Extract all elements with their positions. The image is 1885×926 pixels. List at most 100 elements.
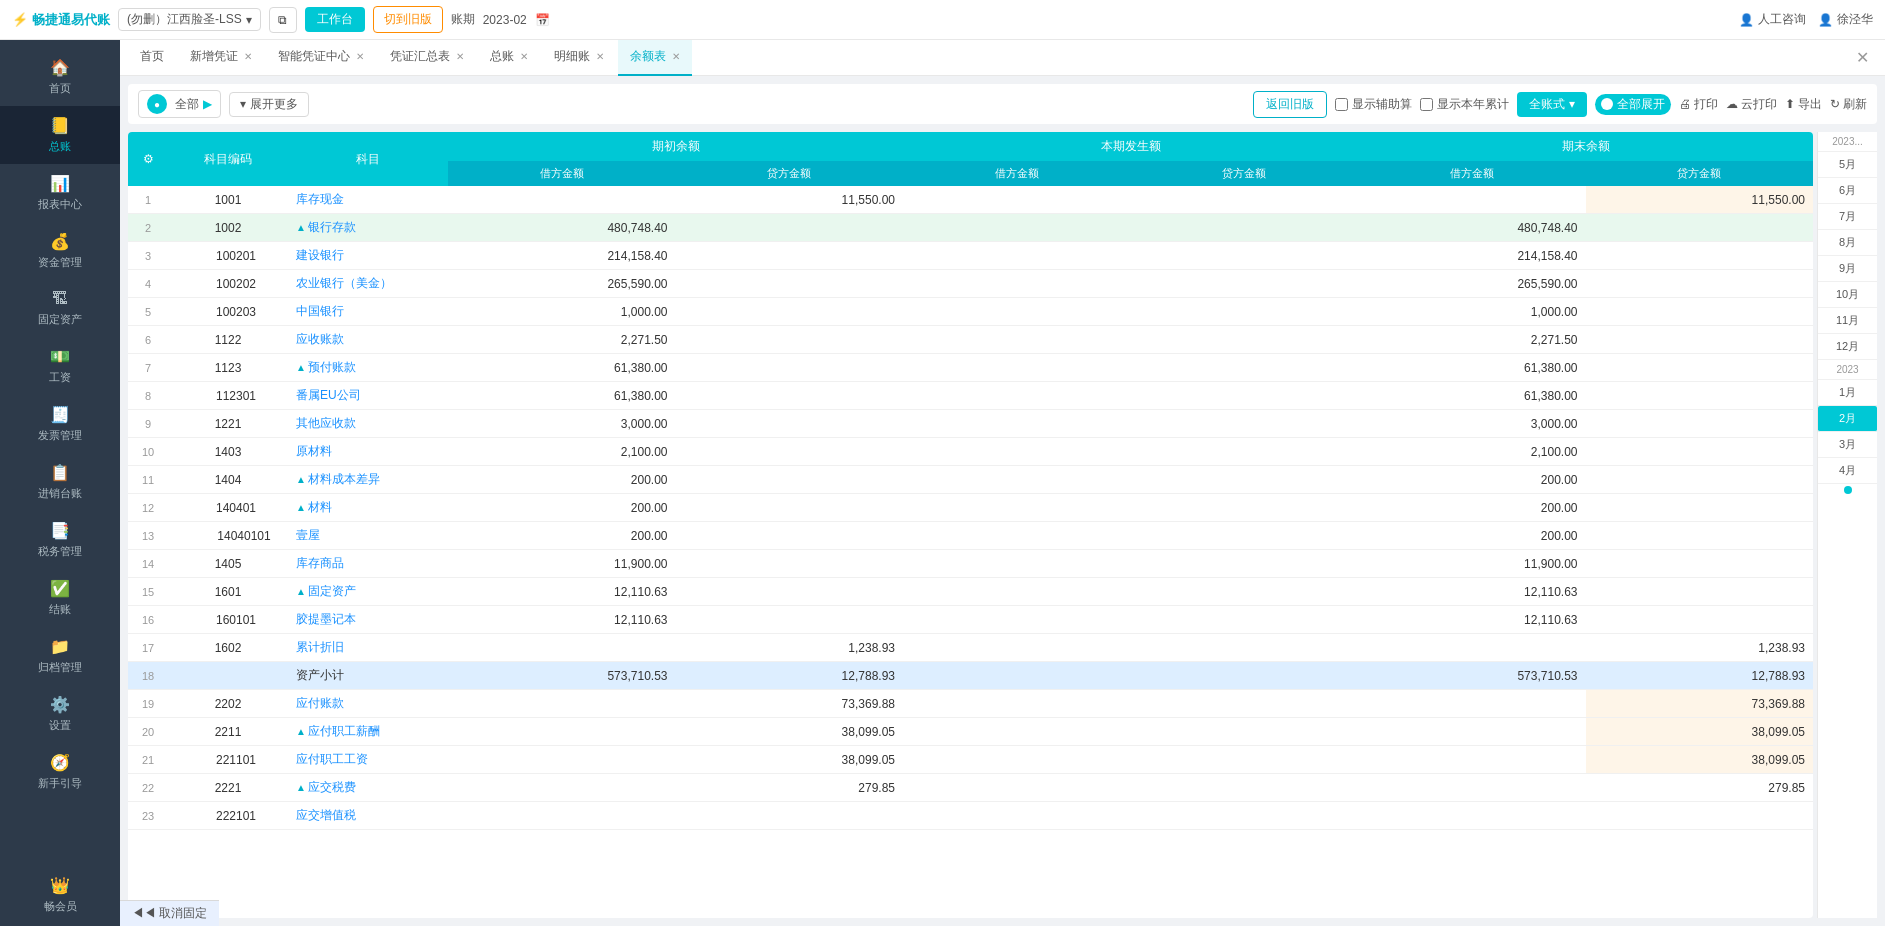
row-cp-debit <box>903 326 1131 354</box>
sidebar-item-reports[interactable]: 📊 报表中心 <box>0 164 120 222</box>
company-selector[interactable]: (勿删）江西脸圣-LSS ▾ <box>118 8 261 31</box>
timeline-month-3[interactable]: 3月 <box>1818 432 1877 458</box>
sidebar-item-settings[interactable]: ⚙️ 设置 <box>0 685 120 743</box>
sidebar-item-assets[interactable]: 🏗 固定资产 <box>0 280 120 337</box>
row-cp-credit <box>1131 606 1359 634</box>
sidebar-item-close[interactable]: ✅ 结账 <box>0 569 120 627</box>
tab-detail-close[interactable]: ✕ <box>596 51 604 62</box>
row-name[interactable]: ▲应付职工薪酬 <box>288 718 448 746</box>
style-button[interactable]: 全账式 ▾ <box>1517 92 1587 117</box>
row-name[interactable]: 番属EU公司 <box>288 382 448 410</box>
sidebar-item-tax[interactable]: 📑 税务管理 <box>0 511 120 569</box>
tab-general-close[interactable]: ✕ <box>520 51 528 62</box>
switch-version-button[interactable]: 切到旧版 <box>373 6 443 33</box>
timeline-month-2[interactable]: 2月 <box>1818 406 1877 432</box>
filter-all-button[interactable]: ● 全部 ▶ <box>138 90 221 118</box>
tab-home[interactable]: 首页 <box>128 40 176 76</box>
expand-all-toggle[interactable]: 全部展开 <box>1595 94 1671 115</box>
tab-smart-close[interactable]: ✕ <box>356 51 364 62</box>
row-name[interactable]: 应付职工工资 <box>288 746 448 774</box>
sidebar-label-close: 结账 <box>49 602 71 617</box>
tab-general-ledger[interactable]: 总账 ✕ <box>478 40 540 76</box>
timeline-month-5[interactable]: 5月 <box>1818 152 1877 178</box>
row-cp-credit <box>1131 270 1359 298</box>
tab-balance-close[interactable]: ✕ <box>672 51 680 62</box>
row-name[interactable]: 库存商品 <box>288 550 448 578</box>
sidebar-item-purchase[interactable]: 📋 进销台账 <box>0 453 120 511</box>
sidebar-item-ledger[interactable]: 📒 总账 <box>0 106 120 164</box>
workbench-button[interactable]: 工作台 <box>305 7 365 32</box>
row-name[interactable]: 库存现金 <box>288 186 448 214</box>
tab-new-voucher[interactable]: 新增凭证 ✕ <box>178 40 264 76</box>
cloud-print-button[interactable]: ☁ 云打印 <box>1726 96 1777 113</box>
timeline-month-4[interactable]: 4月 <box>1818 458 1877 484</box>
row-num: 5 <box>128 298 168 326</box>
row-pe-debit: 265,590.00 <box>1358 270 1586 298</box>
row-name[interactable]: ▲材料成本差异 <box>288 466 448 494</box>
row-name[interactable]: 壹屋 <box>288 522 448 550</box>
cloud-print-label: 云打印 <box>1741 96 1777 113</box>
row-pb-debit: 573,710.53 <box>448 662 676 690</box>
row-name[interactable]: 应付账款 <box>288 690 448 718</box>
row-name[interactable]: ▲固定资产 <box>288 578 448 606</box>
row-cp-debit <box>903 802 1131 830</box>
row-name[interactable]: 累计折旧 <box>288 634 448 662</box>
export-button[interactable]: ⬆ 导出 <box>1785 96 1822 113</box>
filter-arrow: ▶ <box>203 97 212 111</box>
row-num: 17 <box>128 634 168 662</box>
refresh-button[interactable]: ↻ 刷新 <box>1830 96 1867 113</box>
row-name[interactable]: 其他应收款 <box>288 410 448 438</box>
tab-voucher-summary-close[interactable]: ✕ <box>456 51 464 62</box>
row-name[interactable]: ▲应交税费 <box>288 774 448 802</box>
row-cp-credit <box>1131 634 1359 662</box>
timeline-month-1[interactable]: 1月 <box>1818 380 1877 406</box>
main-layout: 🏠 首页 📒 总账 📊 报表中心 💰 资金管理 🏗 固定资产 💵 工资 <box>0 40 1885 926</box>
row-name[interactable]: 应收账款 <box>288 326 448 354</box>
sidebar-item-guide[interactable]: 🧭 新手引导 <box>0 743 120 801</box>
tab-more-button[interactable]: ✕ <box>1848 48 1877 67</box>
timeline-month-11[interactable]: 11月 <box>1818 308 1877 334</box>
logo-icon: ⚡ <box>12 12 28 27</box>
timeline-month-9[interactable]: 9月 <box>1818 256 1877 282</box>
row-name[interactable]: 农业银行（美金） <box>288 270 448 298</box>
tab-balance[interactable]: 余额表 ✕ <box>618 40 692 76</box>
copy-button[interactable]: ⧉ <box>269 7 297 33</box>
row-code: 221101 <box>168 746 288 774</box>
print-button[interactable]: 🖨 打印 <box>1679 96 1718 113</box>
tab-new-voucher-close[interactable]: ✕ <box>244 51 252 62</box>
row-name[interactable]: 原材料 <box>288 438 448 466</box>
row-pb-debit: 61,380.00 <box>448 382 676 410</box>
row-name[interactable]: 应交增值税 <box>288 802 448 830</box>
row-name[interactable]: 胶提墨记本 <box>288 606 448 634</box>
show-ytd-check[interactable]: 显示本年累计 <box>1420 96 1509 113</box>
sidebar-item-funds[interactable]: 💰 资金管理 <box>0 222 120 280</box>
back-old-version-button[interactable]: 返回旧版 <box>1253 91 1327 118</box>
expand-more-button[interactable]: ▾ 展开更多 <box>229 92 309 117</box>
row-name[interactable]: ▲材料 <box>288 494 448 522</box>
consult-button[interactable]: 👤 人工咨询 <box>1739 11 1806 28</box>
timeline-dot[interactable] <box>1844 486 1852 494</box>
row-name[interactable]: 中国银行 <box>288 298 448 326</box>
sidebar-item-wages[interactable]: 💵 工资 <box>0 337 120 395</box>
ytd-checkbox[interactable] <box>1420 98 1433 111</box>
sidebar-label-purchase: 进销台账 <box>38 486 82 501</box>
sidebar-item-invoice[interactable]: 🧾 发票管理 <box>0 395 120 453</box>
sidebar-item-member[interactable]: 👑 畅会员 <box>0 866 120 926</box>
timeline-month-6[interactable]: 6月 <box>1818 178 1877 204</box>
row-name[interactable]: ▲银行存款 <box>288 214 448 242</box>
sidebar-item-archive[interactable]: 📁 归档管理 <box>0 627 120 685</box>
timeline-month-8[interactable]: 8月 <box>1818 230 1877 256</box>
tab-smart-voucher[interactable]: 智能凭证中心 ✕ <box>266 40 376 76</box>
row-name[interactable]: ▲预付账款 <box>288 354 448 382</box>
user-profile[interactable]: 👤 徐泾华 <box>1818 11 1873 28</box>
tab-voucher-summary[interactable]: 凭证汇总表 ✕ <box>378 40 476 76</box>
row-pb-credit: 279.85 <box>676 774 904 802</box>
aux-checkbox[interactable] <box>1335 98 1348 111</box>
sidebar-item-home[interactable]: 🏠 首页 <box>0 48 120 106</box>
row-name[interactable]: 建设银行 <box>288 242 448 270</box>
timeline-month-12[interactable]: 12月 <box>1818 334 1877 360</box>
tab-detail-ledger[interactable]: 明细账 ✕ <box>542 40 616 76</box>
timeline-month-7[interactable]: 7月 <box>1818 204 1877 230</box>
show-aux-check[interactable]: 显示辅助算 <box>1335 96 1412 113</box>
timeline-month-10[interactable]: 10月 <box>1818 282 1877 308</box>
